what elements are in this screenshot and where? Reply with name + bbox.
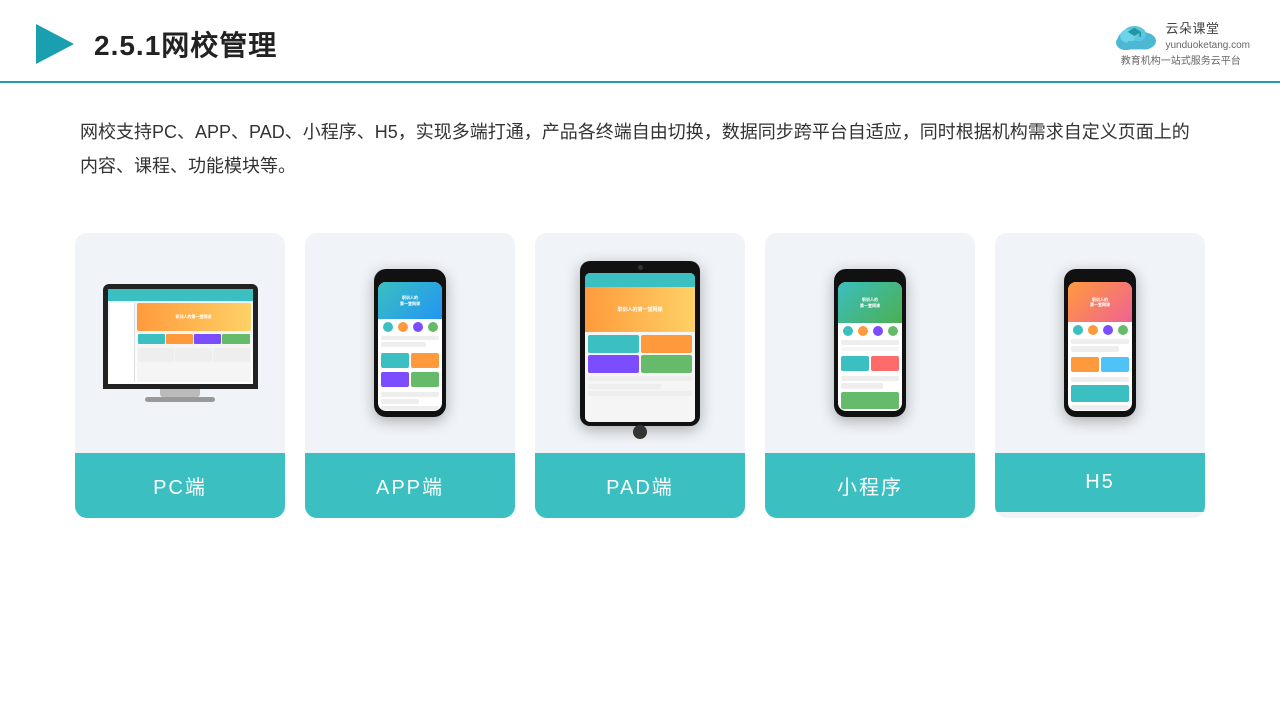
header: 2.5.1网校管理 云朵课堂 yunduoketang.com 教育机构一站式服… bbox=[0, 0, 1280, 83]
card-miniapp: 职训人的第一堂网课 bbox=[765, 233, 975, 518]
logo-cloud: 云朵课堂 yunduoketang.com bbox=[1111, 18, 1250, 53]
card-pc: 职训人的第一堂网课 bbox=[75, 233, 285, 518]
cards-container: 职训人的第一堂网课 bbox=[0, 213, 1280, 518]
card-pc-label: PC端 bbox=[75, 453, 285, 518]
card-miniapp-image: 职训人的第一堂网课 bbox=[765, 233, 975, 453]
card-app-label: APP端 bbox=[305, 453, 515, 518]
device-phone-miniapp: 职训人的第一堂网课 bbox=[834, 269, 906, 417]
card-app-image: 职训人的第一堂网课 bbox=[305, 233, 515, 453]
logo-tagline: 教育机构一站式服务云平台 bbox=[1121, 55, 1241, 69]
device-phone-h5: 职训人的第一堂网课 bbox=[1064, 269, 1136, 417]
play-icon bbox=[30, 20, 78, 68]
logo-name: 云朵课堂 bbox=[1165, 18, 1250, 37]
header-left: 2.5.1网校管理 bbox=[30, 20, 277, 68]
card-pad-image: 职训人的第一堂网课 bbox=[535, 233, 745, 453]
device-tablet: 职训人的第一堂网课 bbox=[580, 261, 700, 426]
card-h5: 职训人的第一堂网课 bbox=[995, 233, 1205, 518]
card-miniapp-label: 小程序 bbox=[765, 453, 975, 518]
page-title: 2.5.1网校管理 bbox=[94, 24, 277, 64]
card-h5-image: 职训人的第一堂网课 bbox=[995, 233, 1205, 453]
logo-area: 云朵课堂 yunduoketang.com 教育机构一站式服务云平台 bbox=[1111, 18, 1250, 69]
cloud-icon bbox=[1111, 21, 1161, 51]
logo-url: yunduoketang.com bbox=[1165, 39, 1250, 53]
card-pad: 职训人的第一堂网课 bbox=[535, 233, 745, 518]
card-pad-label: PAD端 bbox=[535, 453, 745, 518]
card-app: 职训人的第一堂网课 bbox=[305, 233, 515, 518]
description-text: 网校支持PC、APP、PAD、小程序、H5，实现多端打通，产品各终端自由切换，数… bbox=[0, 83, 1280, 203]
card-h5-label: H5 bbox=[995, 453, 1205, 512]
card-pc-image: 职训人的第一堂网课 bbox=[75, 233, 285, 453]
logo-name-text: 云朵课堂 yunduoketang.com bbox=[1165, 18, 1250, 53]
device-phone-app: 职训人的第一堂网课 bbox=[374, 269, 446, 417]
device-pc: 职训人的第一堂网课 bbox=[103, 284, 258, 402]
